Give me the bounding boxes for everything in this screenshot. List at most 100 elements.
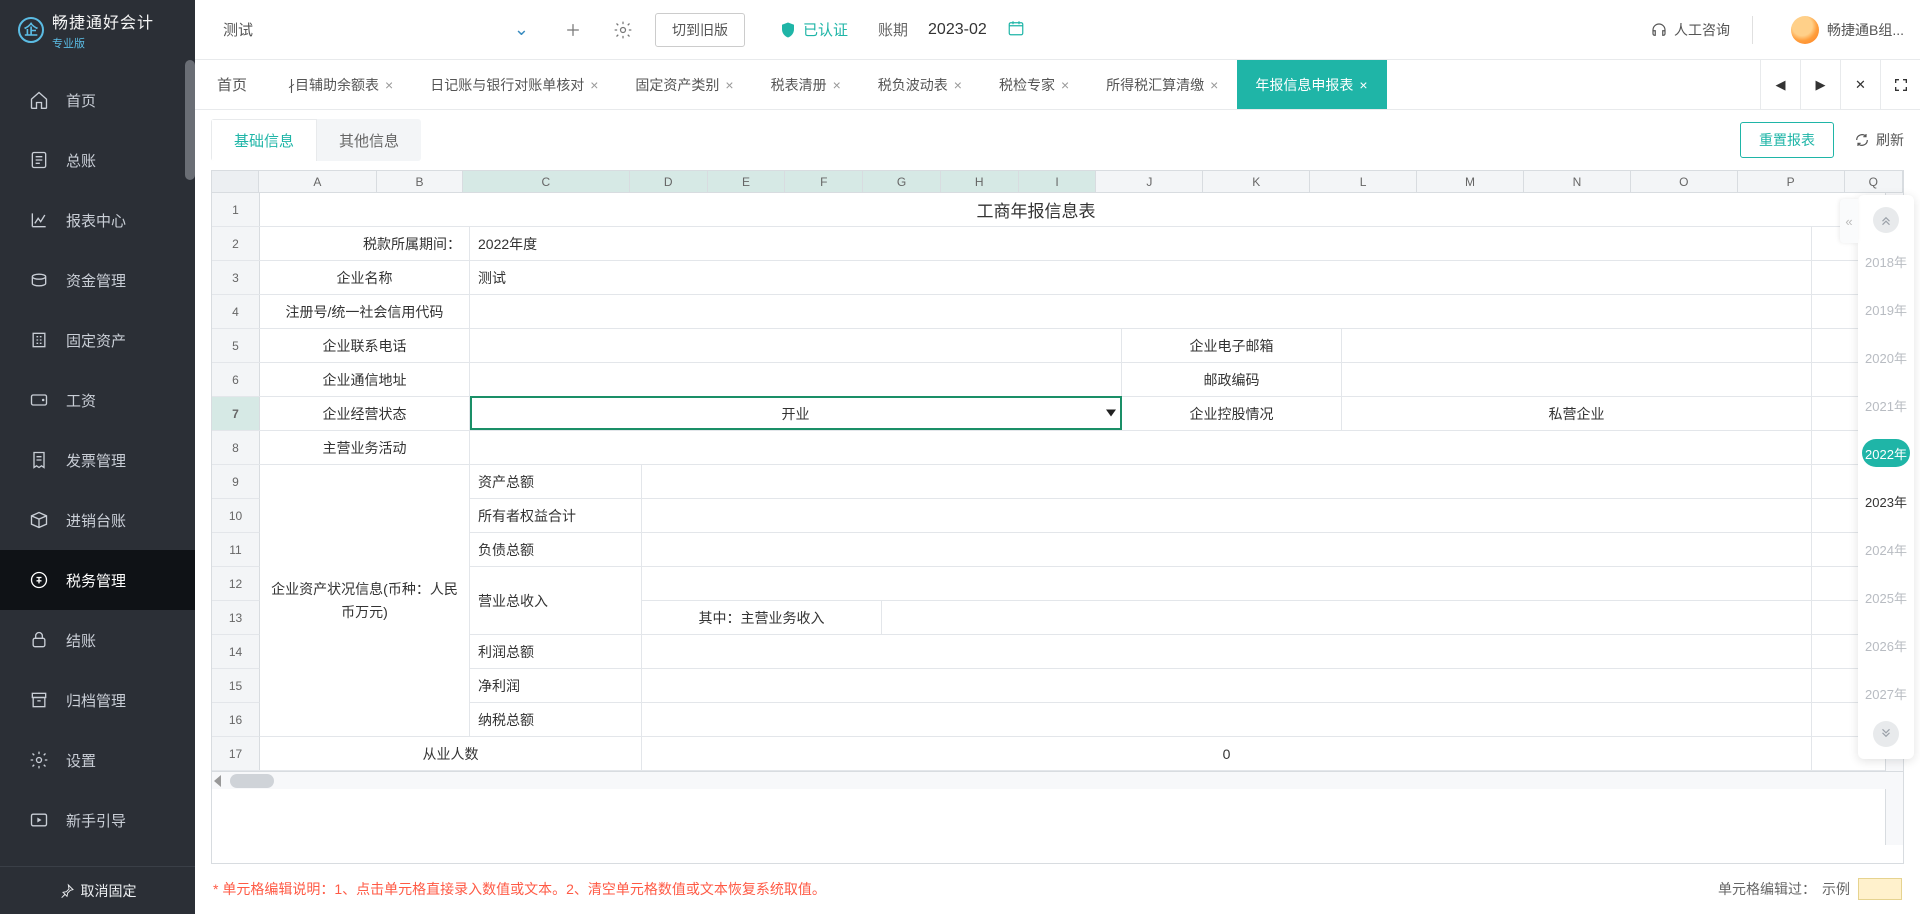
- year-item[interactable]: 2018年: [1858, 237, 1914, 285]
- col-header[interactable]: E: [708, 171, 786, 192]
- cell-value[interactable]: [642, 465, 1812, 498]
- row-header[interactable]: 13: [212, 601, 260, 635]
- col-header[interactable]: D: [630, 171, 708, 192]
- year-item[interactable]: 2021年: [1858, 381, 1914, 429]
- nav-archive[interactable]: 归档管理: [0, 670, 195, 730]
- cell-label[interactable]: 净利润: [470, 669, 642, 702]
- cell-value[interactable]: [642, 669, 1812, 702]
- close-icon[interactable]: ×: [385, 77, 393, 93]
- fullscreen-button[interactable]: [1880, 60, 1920, 109]
- org-selector[interactable]: 测试 ⌄: [211, 12, 541, 48]
- cell-label[interactable]: 注册号/统一社会信用代码: [260, 295, 470, 328]
- collapse-rail-button[interactable]: «: [1840, 199, 1858, 243]
- tab-item[interactable]: 税负波动表×: [860, 60, 981, 109]
- add-button[interactable]: [555, 12, 591, 48]
- tab-item[interactable]: 税检专家×: [981, 60, 1088, 109]
- refresh-button[interactable]: 刷新: [1854, 130, 1904, 150]
- cell-value[interactable]: [470, 295, 1812, 328]
- cell-label[interactable]: 企业控股情况: [1122, 397, 1342, 430]
- switch-old-version-button[interactable]: 切到旧版: [655, 13, 745, 47]
- nav-home[interactable]: 首页: [0, 70, 195, 130]
- sub-tab-other[interactable]: 其他信息: [317, 119, 421, 161]
- spreadsheet[interactable]: A B C D E F G H I J K L M N O P Q 1 工商年报…: [211, 170, 1904, 864]
- year-item[interactable]: 2020年: [1858, 333, 1914, 381]
- year-item[interactable]: 2023年: [1858, 477, 1914, 525]
- col-header[interactable]: N: [1524, 171, 1631, 192]
- unpin-button[interactable]: 取消固定: [0, 866, 195, 914]
- cell-label[interactable]: 营业总收入: [470, 567, 642, 635]
- close-icon[interactable]: ×: [1210, 77, 1218, 93]
- row-header[interactable]: 10: [212, 499, 260, 533]
- nav-assets[interactable]: 固定资产: [0, 310, 195, 370]
- consult-button[interactable]: 人工咨询: [1650, 20, 1730, 40]
- cell-label[interactable]: 邮政编码: [1122, 363, 1342, 396]
- tab-home[interactable]: 首页: [195, 60, 270, 109]
- merged-cell-label[interactable]: 企业资产状况信息(币种：人民币万元): [260, 465, 470, 737]
- cell-value[interactable]: [470, 329, 1122, 362]
- cell-value[interactable]: 0: [642, 737, 1812, 770]
- year-item[interactable]: 2019年: [1858, 285, 1914, 333]
- tabs-prev[interactable]: ◀: [1760, 60, 1800, 109]
- cell-dropdown[interactable]: 开业: [470, 397, 1122, 430]
- tab-item[interactable]: 所得税汇算清缴×: [1088, 60, 1237, 109]
- cell-value[interactable]: [470, 363, 1122, 396]
- tab-item[interactable]: ∤目辅助余额表×: [270, 60, 412, 109]
- cell-label[interactable]: 资产总额: [470, 465, 642, 498]
- nav-ledger[interactable]: 总账: [0, 130, 195, 190]
- cell-value[interactable]: 测试: [470, 261, 1812, 294]
- year-down-button[interactable]: [1873, 721, 1899, 747]
- cell-value[interactable]: [1342, 329, 1812, 362]
- calendar-icon[interactable]: [1007, 19, 1025, 40]
- row-header[interactable]: 7: [212, 397, 260, 430]
- tabs-next[interactable]: ▶: [1800, 60, 1840, 109]
- row-header[interactable]: 3: [212, 261, 260, 294]
- cell-value[interactable]: [1342, 363, 1812, 396]
- cell-label[interactable]: 利润总额: [470, 635, 642, 668]
- cell-label[interactable]: 主营业务活动: [260, 431, 470, 464]
- cell-value[interactable]: [642, 635, 1812, 668]
- tab-item[interactable]: 固定资产类别×: [617, 60, 752, 109]
- cell-value[interactable]: [642, 703, 1812, 736]
- cell-value[interactable]: 2022年度: [470, 227, 1812, 260]
- grid-hscrollbar[interactable]: [212, 771, 1903, 789]
- year-item[interactable]: 2025年: [1858, 573, 1914, 621]
- cell-label[interactable]: 负债总额: [470, 533, 642, 566]
- cell-label[interactable]: 从业人数: [260, 737, 642, 770]
- cell-value[interactable]: [642, 499, 1812, 532]
- scroll-thumb[interactable]: [230, 774, 274, 788]
- cell-label[interactable]: 企业名称: [260, 261, 470, 294]
- row-header[interactable]: 17: [212, 737, 260, 770]
- row-header[interactable]: 11: [212, 533, 260, 567]
- year-item[interactable]: 2024年: [1858, 525, 1914, 573]
- row-header[interactable]: 9: [212, 465, 260, 499]
- col-header[interactable]: J: [1096, 171, 1203, 192]
- year-item-active[interactable]: 2022年: [1862, 439, 1910, 467]
- row-header[interactable]: 16: [212, 703, 260, 737]
- cell-label[interactable]: 企业联系电话: [260, 329, 470, 362]
- col-header[interactable]: H: [941, 171, 1019, 192]
- close-icon[interactable]: ×: [1061, 77, 1069, 93]
- row-header[interactable]: 4: [212, 295, 260, 328]
- nav-settings[interactable]: 设置: [0, 730, 195, 790]
- close-icon[interactable]: ×: [725, 77, 733, 93]
- cell-label[interactable]: 税款所属期间：: [260, 227, 470, 260]
- col-header[interactable]: P: [1738, 171, 1845, 192]
- nav-funds[interactable]: 资金管理: [0, 250, 195, 310]
- cell-label[interactable]: 企业通信地址: [260, 363, 470, 396]
- cell-value[interactable]: [882, 601, 1812, 634]
- row-header[interactable]: 5: [212, 329, 260, 362]
- tabs-close-all[interactable]: ✕: [1840, 60, 1880, 109]
- cell-label[interactable]: 纳税总额: [470, 703, 642, 736]
- close-icon[interactable]: ×: [954, 77, 962, 93]
- col-header[interactable]: G: [863, 171, 941, 192]
- tab-item[interactable]: 税表清册×: [753, 60, 860, 109]
- close-icon[interactable]: ×: [590, 77, 598, 93]
- cell-label[interactable]: 企业经营状态: [260, 397, 470, 430]
- tab-item-active[interactable]: 年报信息申报表×: [1237, 60, 1386, 109]
- nav-guide[interactable]: 新手引导: [0, 790, 195, 850]
- row-header[interactable]: 15: [212, 669, 260, 703]
- cell-value[interactable]: 私营企业: [1342, 397, 1812, 430]
- select-all-corner[interactable]: [212, 171, 259, 192]
- close-icon[interactable]: ×: [833, 77, 841, 93]
- col-header[interactable]: B: [377, 171, 463, 192]
